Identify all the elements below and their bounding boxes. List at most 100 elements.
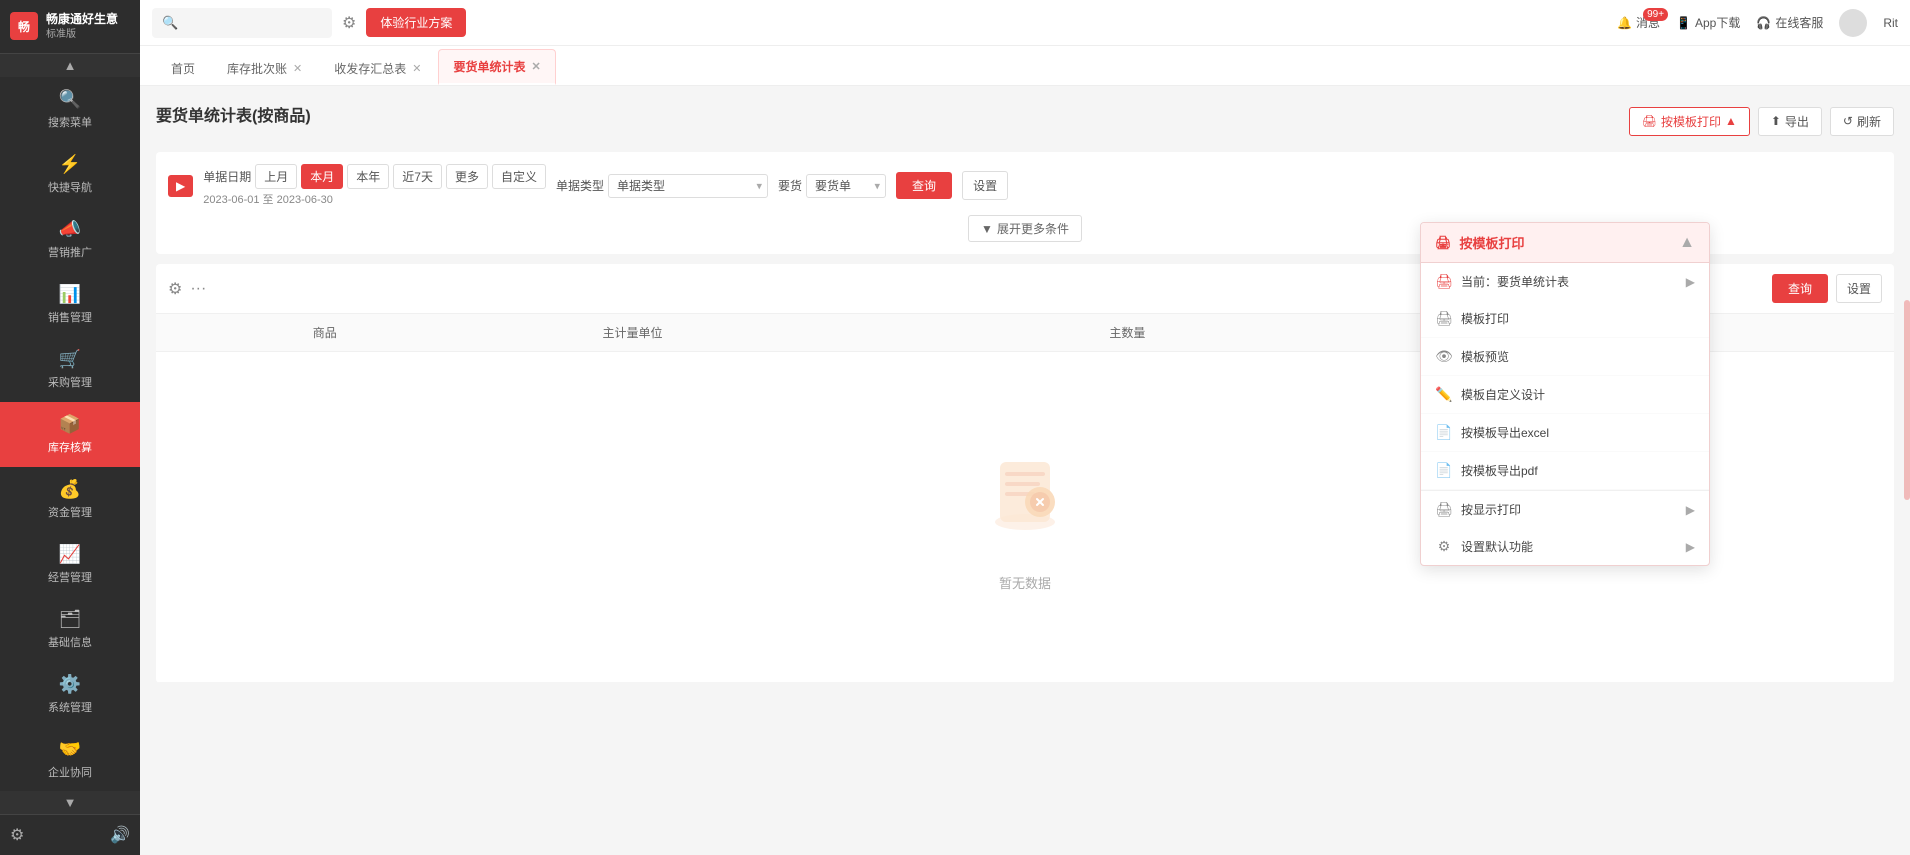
dropdown-current-left: 🖨 当前：要货单统计表: [1435, 273, 1569, 290]
avatar[interactable]: [1839, 9, 1867, 37]
dropdown-item-export-pdf[interactable]: 📄 按模板导出pdf: [1421, 452, 1709, 490]
messages-button[interactable]: 🔔 消息 99+: [1617, 14, 1660, 31]
dropdown-item-template-preview[interactable]: 👁 模板预览: [1421, 338, 1709, 376]
sales-icon: 📊: [59, 284, 81, 305]
table-settings-button[interactable]: 设置: [1836, 274, 1882, 303]
sidebar-label-inventory: 库存核算: [48, 439, 92, 455]
table-header-2: 主计量单位: [590, 314, 1097, 352]
yaohuocai-select[interactable]: 要货单: [806, 174, 886, 198]
sidebar-scroll-down[interactable]: ▼: [0, 791, 140, 814]
template-design-label: 模板自定义设计: [1461, 386, 1545, 403]
this-month-btn[interactable]: 本月: [301, 164, 343, 189]
trial-button[interactable]: 体验行业方案: [366, 8, 466, 37]
app-download-button[interactable]: 📱 App下载: [1676, 14, 1740, 31]
this-year-btn[interactable]: 本年: [347, 164, 389, 189]
quicknav-icon: ⚡: [59, 154, 81, 175]
sidebar-scroll-up[interactable]: ▲: [0, 54, 140, 77]
settings-icon[interactable]: ⚙: [10, 825, 24, 845]
sidebar-item-search[interactable]: 🔍 搜索菜单: [0, 77, 140, 142]
sidebar-item-system[interactable]: ⚙️ 系统管理: [0, 662, 140, 727]
last-month-btn[interactable]: 上月: [255, 164, 297, 189]
export-button[interactable]: ⬆ 导出: [1758, 107, 1822, 136]
more-btn[interactable]: 更多: [446, 164, 488, 189]
filter-expand-left-button[interactable]: ▶: [168, 175, 193, 197]
logo-text: 畅康通好生意 标准版: [46, 12, 118, 41]
tab-close-inventory-batch[interactable]: ✕: [293, 62, 302, 75]
dropdown-item-template-design[interactable]: ✏️ 模板自定义设计: [1421, 376, 1709, 414]
search-box[interactable]: 🔍: [152, 8, 332, 38]
type-select[interactable]: 单据类型: [608, 174, 768, 198]
expand-label: 展开更多条件: [997, 220, 1069, 237]
tab-inventory-batch[interactable]: 库存批次账✕: [212, 51, 317, 85]
sidebar-label-quicknav: 快捷导航: [48, 179, 92, 195]
sidebar-item-sales[interactable]: 📊 销售管理: [0, 272, 140, 337]
dropdown-item-template-print[interactable]: 🖨 模板打印: [1421, 300, 1709, 338]
dropdown-section-2: 🖨 按显示打印 ▶ ⚙ 设置默认功能 ▶: [1421, 490, 1709, 565]
logo-icon: 畅: [10, 12, 38, 40]
service-icon: 🎧: [1756, 16, 1771, 30]
tab-payment-summary[interactable]: 收发存汇总表✕: [319, 51, 436, 85]
dropdown-item-display-print[interactable]: 🖨 按显示打印 ▶: [1421, 491, 1709, 528]
search-input[interactable]: [184, 16, 304, 30]
settings-button[interactable]: 设置: [962, 171, 1008, 200]
tabbar: 首页库存批次账✕收发存汇总表✕要货单统计表✕: [140, 46, 1910, 86]
dropdown-up-icon[interactable]: ▲: [1679, 234, 1695, 252]
gear-icon[interactable]: ⚙: [342, 13, 356, 33]
date-label: 单据日期: [203, 168, 251, 185]
sidebar-item-basic[interactable]: 🗂 基础信息: [0, 597, 140, 662]
dropdown-title: 🖨 按模板打印: [1435, 233, 1525, 252]
service-label: 在线客服: [1775, 14, 1823, 31]
sidebar-item-inventory[interactable]: 📦 库存核算: [0, 402, 140, 467]
dropdown-current-template[interactable]: 🖨 当前：要货单统计表 ▶: [1421, 263, 1709, 300]
printer-icon: 🖨: [1642, 114, 1657, 128]
sidebar-item-purchase[interactable]: 🛒 采购管理: [0, 337, 140, 402]
template-preview-label: 模板预览: [1461, 348, 1509, 365]
purchase-icon: 🛒: [59, 349, 81, 370]
last-7days-btn[interactable]: 近7天: [393, 164, 442, 189]
tab-close-payment-summary[interactable]: ✕: [412, 62, 421, 75]
template-preview-icon: 👁: [1435, 348, 1453, 365]
export-pdf-icon: 📄: [1435, 462, 1453, 479]
expand-more-btn[interactable]: ▼ 展开更多条件: [968, 215, 1082, 242]
audio-icon[interactable]: 🔊: [110, 825, 130, 845]
query-button[interactable]: 查询: [896, 172, 952, 199]
tab-home[interactable]: 首页: [156, 51, 210, 85]
table-settings-icon[interactable]: ⚙: [168, 279, 182, 299]
empty-text: 暂无数据: [999, 573, 1051, 592]
search-icon: 🔍: [59, 89, 81, 110]
tab-order-stats[interactable]: 要货单统计表✕: [438, 49, 555, 85]
template-print-dropdown: 🖨 按模板打印 ▲ 🖨 当前：要货单统计表 ▶ 🖨 模板打印 👁: [1420, 222, 1710, 566]
table-query-button[interactable]: 查询: [1772, 274, 1828, 303]
date-buttons: 单据日期 上月 本月 本年 近7天 更多 自定义: [203, 164, 546, 189]
online-service-button[interactable]: 🎧 在线客服: [1756, 14, 1823, 31]
app-label: App下载: [1695, 14, 1740, 31]
username-label[interactable]: Rit: [1883, 16, 1898, 30]
display-print-icon: 🖨: [1435, 501, 1453, 518]
empty-icon: [975, 442, 1075, 561]
dropdown-item-default-func[interactable]: ⚙ 设置默认功能 ▶: [1421, 528, 1709, 565]
table-header-0: [156, 314, 301, 352]
topbar: 🔍 ⚙ 体验行业方案 🔔 消息 99+ 📱 App下载 🎧 在线客服 Rit: [140, 0, 1910, 46]
collab-icon: 🤝: [59, 739, 81, 760]
scrollbar-handle[interactable]: [1904, 300, 1910, 500]
refresh-button[interactable]: ↺ 刷新: [1830, 107, 1894, 136]
chevron-up-icon: ▲: [1725, 114, 1737, 128]
empty-illustration: [975, 442, 1075, 542]
sidebar-item-finance[interactable]: 💰 资金管理: [0, 467, 140, 532]
inventory-icon: 📦: [59, 414, 81, 435]
sidebar-item-quicknav[interactable]: ⚡ 快捷导航: [0, 142, 140, 207]
tab-close-order-stats[interactable]: ✕: [532, 60, 541, 73]
expand-icon: ▼: [981, 222, 993, 236]
more-button[interactable]: ···: [190, 280, 206, 298]
default-func-label: 设置默认功能: [1461, 538, 1533, 555]
dropdown-item-export-excel[interactable]: 📄 按模板导出excel: [1421, 414, 1709, 452]
custom-btn[interactable]: 自定义: [492, 164, 546, 189]
sidebar-item-marketing[interactable]: 📣 营销推广: [0, 207, 140, 272]
messages-badge: 99+: [1643, 8, 1668, 21]
sidebar-item-operation[interactable]: 📈 经营管理: [0, 532, 140, 597]
table-header-1: 商品: [301, 314, 591, 352]
sidebar-item-collab[interactable]: 🤝 企业协同: [0, 727, 140, 791]
type-select-wrap: 单据类型: [608, 174, 768, 198]
template-print-button[interactable]: 🖨 按模板打印 ▲: [1629, 107, 1750, 136]
sidebar-label-sales: 销售管理: [48, 309, 92, 325]
